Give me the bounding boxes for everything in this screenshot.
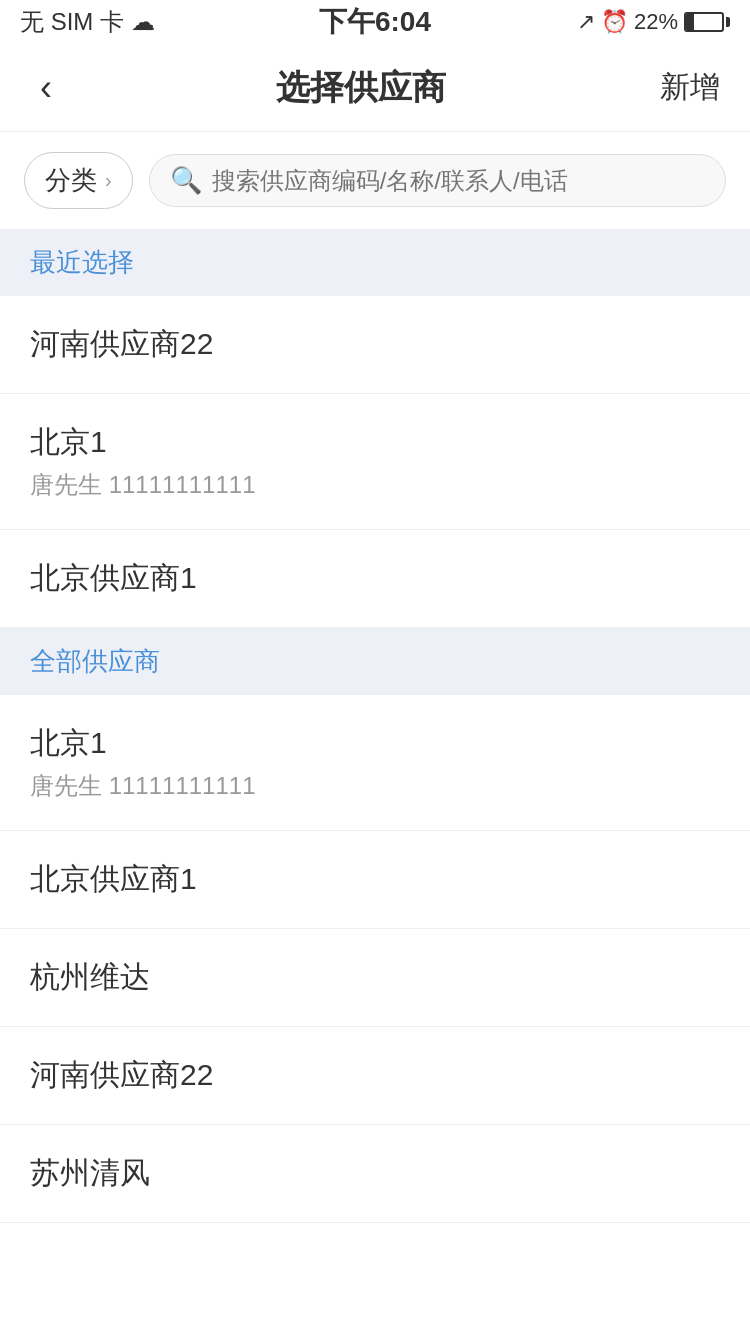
item-name: 北京供应商1 [30, 859, 720, 900]
category-label: 分类 [45, 163, 97, 198]
status-left: 无 SIM 卡 ☁ [20, 6, 155, 38]
category-filter[interactable]: 分类 › [24, 152, 133, 209]
all-items-list: 北京1 唐先生 11111111111 北京供应商1 杭州维达 河南供应商22 … [0, 695, 750, 1223]
status-right: ↗ ⏰ 22% [577, 9, 730, 35]
item-name: 北京1 [30, 422, 720, 463]
list-item[interactable]: 河南供应商22 [0, 1027, 750, 1125]
all-section-header: 全部供应商 [0, 628, 750, 695]
search-box[interactable]: 🔍 [149, 154, 726, 207]
item-name: 杭州维达 [30, 957, 720, 998]
recent-section-header: 最近选择 [0, 229, 750, 296]
status-bar: 无 SIM 卡 ☁ 下午6:04 ↗ ⏰ 22% [0, 0, 750, 44]
back-button[interactable]: ‹ [30, 57, 62, 119]
all-section-label: 全部供应商 [30, 646, 160, 676]
list-item[interactable]: 北京供应商1 [0, 530, 750, 628]
location-icon: ↗ [577, 9, 595, 35]
item-sub: 唐先生 11111111111 [30, 469, 720, 501]
search-input[interactable] [212, 167, 705, 195]
item-name: 河南供应商22 [30, 1055, 720, 1096]
page-title: 选择供应商 [276, 65, 446, 111]
list-item[interactable]: 北京1 唐先生 11111111111 [0, 394, 750, 530]
list-item[interactable]: 北京供应商1 [0, 831, 750, 929]
no-sim-label: 无 SIM 卡 ☁ [20, 6, 155, 38]
battery-indicator [684, 12, 730, 32]
alarm-icon: ⏰ [601, 9, 628, 35]
add-button[interactable]: 新增 [660, 67, 720, 108]
item-name: 苏州清风 [30, 1153, 720, 1194]
nav-bar: ‹ 选择供应商 新增 [0, 44, 750, 132]
battery-percent: 22% [634, 9, 678, 35]
recent-items-list: 河南供应商22 北京1 唐先生 11111111111 北京供应商1 [0, 296, 750, 628]
item-name: 河南供应商22 [30, 324, 720, 365]
list-item[interactable]: 北京1 唐先生 11111111111 [0, 695, 750, 831]
list-item[interactable]: 杭州维达 [0, 929, 750, 1027]
item-name: 北京供应商1 [30, 558, 720, 599]
list-item[interactable]: 河南供应商22 [0, 296, 750, 394]
item-name: 北京1 [30, 723, 720, 764]
filter-bar: 分类 › 🔍 [0, 132, 750, 229]
search-icon: 🔍 [170, 165, 202, 196]
recent-section-label: 最近选择 [30, 247, 134, 277]
item-sub: 唐先生 11111111111 [30, 770, 720, 802]
status-time: 下午6:04 [319, 3, 431, 41]
list-item[interactable]: 苏州清风 [0, 1125, 750, 1223]
chevron-right-icon: › [105, 169, 112, 192]
